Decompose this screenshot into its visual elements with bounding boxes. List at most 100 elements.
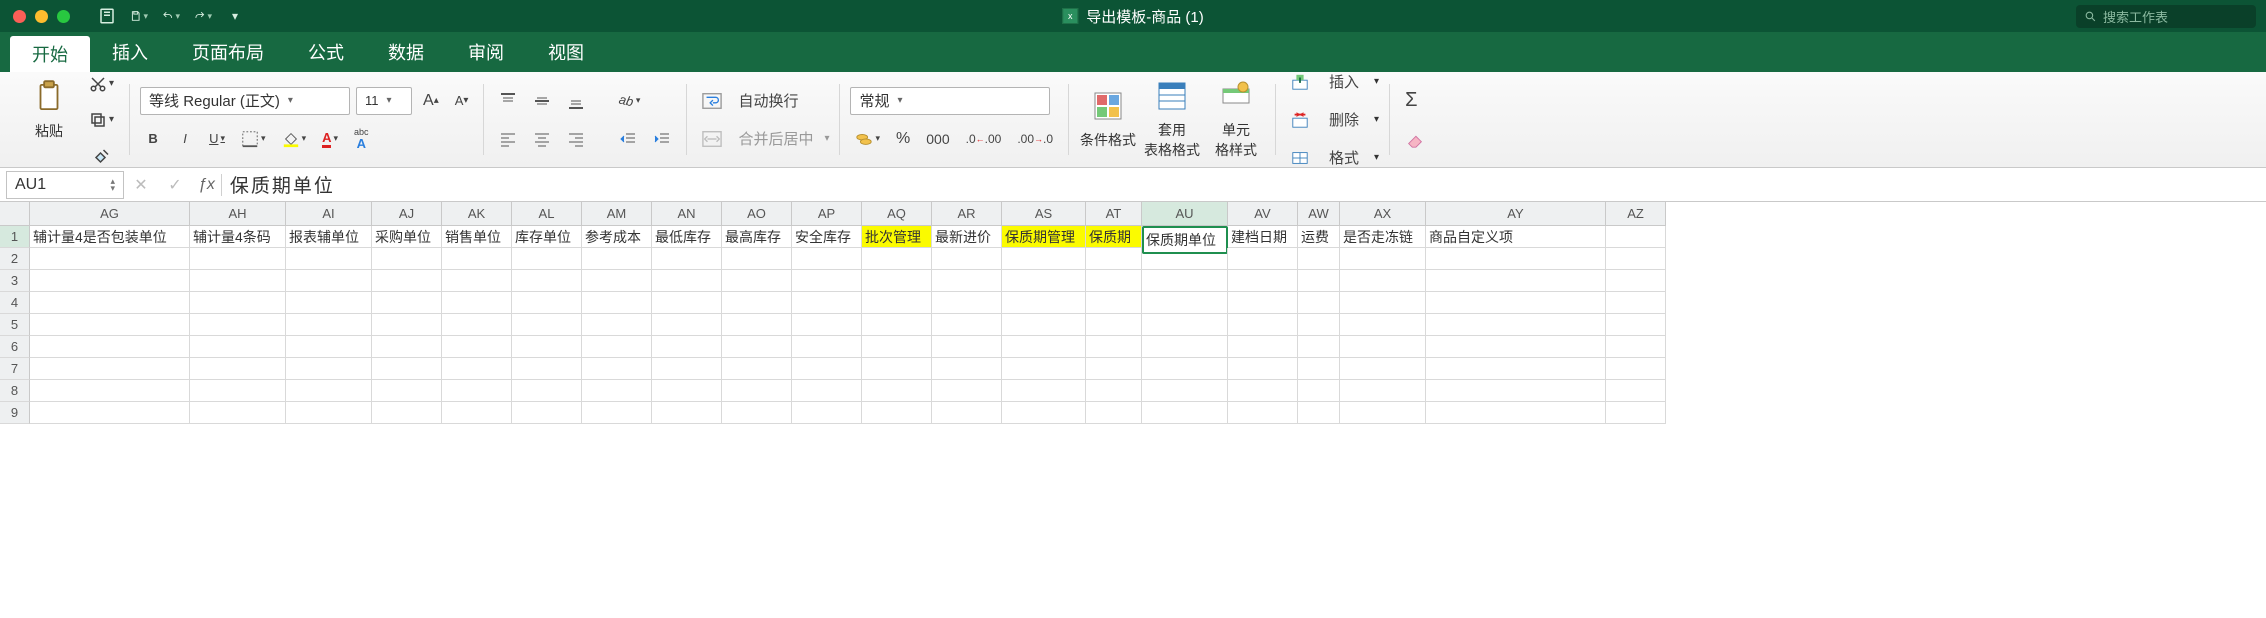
cell[interactable] <box>1228 380 1298 402</box>
cancel-button[interactable]: ✕ <box>128 172 154 198</box>
cell[interactable] <box>582 402 652 424</box>
align-middle-button[interactable] <box>528 87 556 115</box>
cell[interactable] <box>582 336 652 358</box>
cut-button[interactable]: ▾ <box>84 70 119 98</box>
column-header-AU[interactable]: AU <box>1142 202 1228 226</box>
cell[interactable]: 库存单位 <box>512 226 582 248</box>
cell[interactable] <box>1340 402 1426 424</box>
cell[interactable] <box>442 402 512 424</box>
cell[interactable] <box>652 336 722 358</box>
cell[interactable] <box>512 358 582 380</box>
cell[interactable] <box>1298 314 1340 336</box>
cell[interactable] <box>1606 248 1666 270</box>
cell[interactable] <box>1340 270 1426 292</box>
cell[interactable] <box>442 270 512 292</box>
cell[interactable] <box>372 270 442 292</box>
align-bottom-button[interactable] <box>562 87 590 115</box>
cell[interactable] <box>30 358 190 380</box>
cell[interactable] <box>1298 380 1340 402</box>
format-cells-button[interactable]: 格式 <box>1324 144 1364 172</box>
cell[interactable] <box>722 380 792 402</box>
qat-customize-icon[interactable]: ▾ <box>226 7 244 25</box>
autosum-button[interactable]: Σ <box>1400 87 1422 115</box>
cell[interactable] <box>30 248 190 270</box>
column-header-AG[interactable]: AG <box>30 202 190 226</box>
cell[interactable] <box>1002 336 1086 358</box>
cell[interactable] <box>442 336 512 358</box>
row-header[interactable]: 4 <box>0 292 30 314</box>
cell[interactable] <box>1002 402 1086 424</box>
cell[interactable] <box>932 248 1002 270</box>
underline-button[interactable]: U▾ <box>204 125 230 153</box>
cell[interactable] <box>792 292 862 314</box>
cell[interactable]: 保质期 <box>1086 226 1142 248</box>
cell[interactable] <box>372 314 442 336</box>
cell[interactable]: 销售单位 <box>442 226 512 248</box>
cell[interactable] <box>1426 314 1606 336</box>
column-header-AN[interactable]: AN <box>652 202 722 226</box>
cell[interactable] <box>1142 270 1228 292</box>
tab-home[interactable]: 开始 <box>10 36 90 72</box>
cell[interactable] <box>30 380 190 402</box>
decrease-indent-button[interactable] <box>614 125 642 153</box>
column-header-AP[interactable]: AP <box>792 202 862 226</box>
cell[interactable] <box>652 402 722 424</box>
row-header[interactable]: 8 <box>0 380 30 402</box>
column-header-AT[interactable]: AT <box>1086 202 1142 226</box>
search-sheet[interactable]: 搜索工作表 <box>2076 5 2256 28</box>
cell[interactable] <box>1086 292 1142 314</box>
cell[interactable]: 最新进价 <box>932 226 1002 248</box>
autosave-icon[interactable] <box>98 7 116 25</box>
cell[interactable] <box>512 292 582 314</box>
cell[interactable]: 辅计量4是否包装单位 <box>30 226 190 248</box>
cell[interactable] <box>862 248 932 270</box>
cell[interactable] <box>792 358 862 380</box>
cell[interactable] <box>30 314 190 336</box>
cell[interactable] <box>442 358 512 380</box>
cell[interactable] <box>1086 336 1142 358</box>
column-header-AH[interactable]: AH <box>190 202 286 226</box>
cells-delete-icon[interactable] <box>1286 106 1314 134</box>
cell[interactable] <box>512 248 582 270</box>
cell[interactable] <box>932 402 1002 424</box>
cell[interactable] <box>190 292 286 314</box>
orientation-button[interactable]: ab▾ <box>614 87 645 115</box>
cell[interactable] <box>862 336 932 358</box>
cell[interactable] <box>652 380 722 402</box>
percent-button[interactable]: % <box>891 125 915 153</box>
cell[interactable] <box>582 380 652 402</box>
align-top-button[interactable] <box>494 87 522 115</box>
cell[interactable] <box>862 292 932 314</box>
cell[interactable] <box>442 292 512 314</box>
cell[interactable] <box>1606 380 1666 402</box>
column-header-AV[interactable]: AV <box>1228 202 1298 226</box>
cell[interactable] <box>932 314 1002 336</box>
column-header-AJ[interactable]: AJ <box>372 202 442 226</box>
cell[interactable] <box>1606 270 1666 292</box>
cell[interactable] <box>512 380 582 402</box>
cell[interactable] <box>722 292 792 314</box>
row-header[interactable]: 2 <box>0 248 30 270</box>
cell[interactable] <box>372 336 442 358</box>
cell[interactable] <box>652 270 722 292</box>
cell[interactable] <box>652 248 722 270</box>
cell[interactable] <box>792 270 862 292</box>
cell[interactable]: 运费 <box>1298 226 1340 248</box>
cell[interactable] <box>1606 292 1666 314</box>
cell-styles-button[interactable]: 单元 格样式 <box>1207 78 1265 160</box>
row-header[interactable]: 1 <box>0 226 30 248</box>
undo-icon[interactable]: ▾ <box>162 7 180 25</box>
wrap-text-button[interactable]: 自动换行 <box>733 87 803 115</box>
bold-button[interactable]: B <box>140 125 166 153</box>
cell[interactable] <box>1426 270 1606 292</box>
align-right-button[interactable] <box>562 125 590 153</box>
minimize-window[interactable] <box>35 10 48 23</box>
cell[interactable] <box>932 380 1002 402</box>
cell[interactable] <box>1606 226 1666 248</box>
cell[interactable] <box>1426 248 1606 270</box>
cell[interactable] <box>862 314 932 336</box>
cell[interactable] <box>1002 292 1086 314</box>
cell[interactable] <box>1228 336 1298 358</box>
cell[interactable] <box>722 270 792 292</box>
cell[interactable] <box>286 402 372 424</box>
